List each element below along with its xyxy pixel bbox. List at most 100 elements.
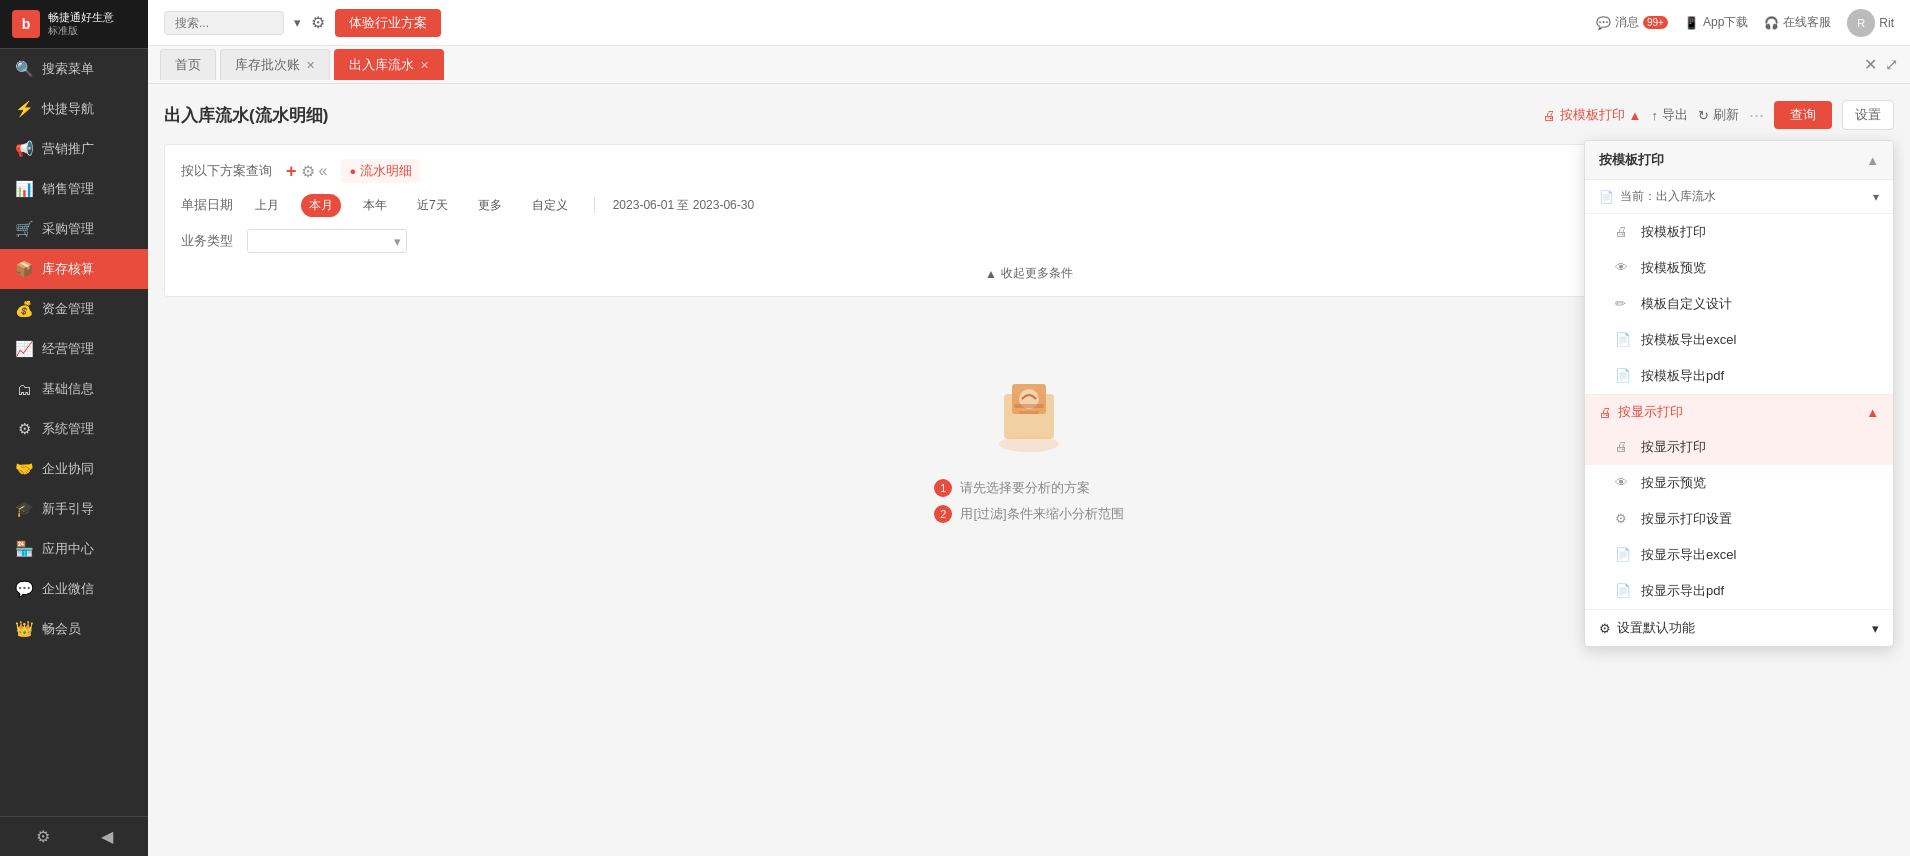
sidebar-item-appstore[interactable]: 🏪 应用中心 [0,529,148,569]
filter-settings-icon[interactable]: ⚙ [301,162,315,181]
tag-icon: ● [349,165,356,177]
disp-print-icon: 🖨 [1615,439,1631,455]
dropdown-disp-print[interactable]: 🖨 按显示打印 [1585,429,1893,465]
tab-home[interactable]: 首页 [160,49,216,80]
dropdown-item-customize[interactable]: ✏ 模板自定义设计 [1585,286,1893,322]
dropdown-disp-preview[interactable]: 👁 按显示预览 [1585,465,1893,501]
purchase-icon: 🛒 [14,219,34,239]
date-option-more[interactable]: 更多 [470,194,510,217]
date-option-this-year[interactable]: 本年 [355,194,395,217]
dropdown-item-preview[interactable]: 👁 按模板预览 [1585,250,1893,286]
service-button[interactable]: 🎧 在线客服 [1764,14,1831,31]
sidebar-label-shortcut: 快捷导航 [42,100,94,118]
dropdown-disp-excel[interactable]: 📄 按显示导出excel [1585,537,1893,573]
sidebar-item-search[interactable]: 🔍 搜索菜单 [0,49,148,89]
dropdown-disp-pdf[interactable]: 📄 按显示导出pdf [1585,573,1893,609]
header-left: ▾ ⚙ 体验行业方案 [164,9,441,37]
print-template-button[interactable]: 🖨 按模板打印 ▲ [1543,106,1642,124]
date-option-7days[interactable]: 近7天 [409,194,456,217]
filter-add-button[interactable]: + [286,161,297,182]
sidebar-item-member[interactable]: 👑 畅会员 [0,609,148,649]
dropdown-item-print[interactable]: 🖨 按模板打印 [1585,214,1893,250]
biz-type-select[interactable] [247,229,407,253]
header-gear-icon[interactable]: ⚙ [311,13,325,32]
empty-step2-label: 用[过滤]条件来缩小分析范围 [960,501,1123,527]
industry-solution-button[interactable]: 体验行业方案 [335,9,441,37]
sidebar-item-wechat[interactable]: 💬 企业微信 [0,569,148,609]
tab-flow-close[interactable]: ✕ [420,59,429,72]
display-section-icon: 🖨 [1599,405,1612,420]
sidebar-item-marketing[interactable]: 📢 营销推广 [0,129,148,169]
sidebar-label-search: 搜索菜单 [42,60,94,78]
sidebar-item-system[interactable]: ⚙ 系统管理 [0,409,148,449]
toolbar-right: 🖨 按模板打印 ▲ ↑ 导出 ↻ 刷新 ··· 查询 设置 [1543,100,1894,130]
export-button[interactable]: ↑ 导出 [1651,106,1688,124]
top-header: ▾ ⚙ 体验行业方案 💬 消息 99+ 📱 App下载 🎧 在线客服 R Rit [148,0,1910,46]
dropdown-item-export-excel[interactable]: 📄 按模板导出excel [1585,322,1893,358]
sidebar-item-shortcut[interactable]: ⚡ 快捷导航 [0,89,148,129]
message-icon: 💬 [1596,16,1611,30]
template-section: 🖨 按模板打印 👁 按模板预览 ✏ 模板自定义设计 📄 [1585,214,1893,395]
settings-button[interactable]: 设置 [1842,100,1894,130]
set-default-chevron-down-icon: ▾ [1872,621,1879,636]
collapse-sidebar-icon[interactable]: ◀ [101,827,113,846]
refresh-button[interactable]: ↻ 刷新 [1698,106,1739,124]
current-chevron-down-icon: ▾ [1873,190,1879,204]
message-button[interactable]: 💬 消息 99+ [1596,14,1668,31]
sales-icon: 📊 [14,179,34,199]
dropdown-item-export-pdf[interactable]: 📄 按模板导出pdf [1585,358,1893,394]
app-download-label: App下载 [1703,14,1748,31]
sidebar-label-inventory: 库存核算 [42,260,94,278]
sidebar: b 畅捷通好生意 标准版 🔍 搜索菜单 ⚡ 快捷导航 📢 营销推广 📊 销售管理… [0,0,148,856]
sidebar-item-finance[interactable]: 💰 资金管理 [0,289,148,329]
user-area[interactable]: R Rit [1847,9,1894,37]
disp-pdf-icon: 📄 [1615,583,1631,599]
tab-batch[interactable]: 库存批次账 ✕ [220,49,330,80]
app-download-button[interactable]: 📱 App下载 [1684,14,1748,31]
filter-tag-active[interactable]: ● 流水明细 [341,159,420,183]
sidebar-item-guide[interactable]: 🎓 新手引导 [0,489,148,529]
refresh-label: 刷新 [1713,106,1739,124]
tab-flow[interactable]: 出入库流水 ✕ [334,49,444,80]
display-section: 🖨 按显示打印 👁 按显示预览 ⚙ 按显示打印设置 📄 [1585,429,1893,610]
sidebar-item-operation[interactable]: 📈 经营管理 [0,329,148,369]
sidebar-item-basic[interactable]: 🗂 基础信息 [0,369,148,409]
date-option-custom[interactable]: 自定义 [524,194,576,217]
date-option-last-month[interactable]: 上月 [247,194,287,217]
more-options-icon[interactable]: ··· [1749,105,1764,126]
sidebar-label-collab: 企业协同 [42,460,94,478]
date-option-this-month[interactable]: 本月 [301,194,341,217]
sidebar-item-purchase[interactable]: 🛒 采购管理 [0,209,148,249]
pdf-icon: 📄 [1615,368,1631,384]
sidebar-item-inventory[interactable]: 📦 库存核算 [0,249,148,289]
settings-bottom-icon[interactable]: ⚙ [36,827,50,846]
search-dropdown-btn[interactable]: ▾ [294,15,301,30]
top-search-input[interactable] [164,11,284,35]
operation-icon: 📈 [14,339,34,359]
dropdown-chevron-up-icon[interactable]: ▲ [1866,153,1879,168]
sidebar-item-collab[interactable]: 🤝 企业协同 [0,449,148,489]
tab-expand-btn[interactable]: ⤢ [1885,55,1898,74]
empty-step-2: 2 用[过滤]条件来缩小分析范围 [934,501,1123,527]
sidebar-bottom: ⚙ ◀ [0,816,148,856]
chevron-up-icon: ▲ [1629,108,1642,123]
empty-step-1: 1 请先选择要分析的方案 [934,475,1123,501]
disp-settings-icon: ⚙ [1615,511,1631,527]
svg-rect-5 [1019,411,1039,414]
display-section-header[interactable]: 🖨 按显示打印 ▲ [1585,395,1893,429]
user-avatar: R [1847,9,1875,37]
filter-expand-icon[interactable]: « [319,162,328,180]
collab-icon: 🤝 [14,459,34,479]
sidebar-label-finance: 资金管理 [42,300,94,318]
dropdown-disp-settings[interactable]: ⚙ 按显示打印设置 [1585,501,1893,537]
print-template-label: 按模板打印 [1560,106,1625,124]
tab-batch-close[interactable]: ✕ [306,59,315,72]
printer-icon: 🖨 [1543,108,1556,123]
set-default-row[interactable]: ⚙ 设置默认功能 ▾ [1585,610,1893,646]
print-icon: 🖨 [1615,224,1631,240]
tab-close-all-btn[interactable]: ✕ [1864,55,1877,74]
sidebar-item-sales[interactable]: 📊 销售管理 [0,169,148,209]
inventory-icon: 📦 [14,259,34,279]
collapse-filter-button[interactable]: ▲ 收起更多条件 [985,265,1073,282]
query-button[interactable]: 查询 [1774,101,1832,129]
